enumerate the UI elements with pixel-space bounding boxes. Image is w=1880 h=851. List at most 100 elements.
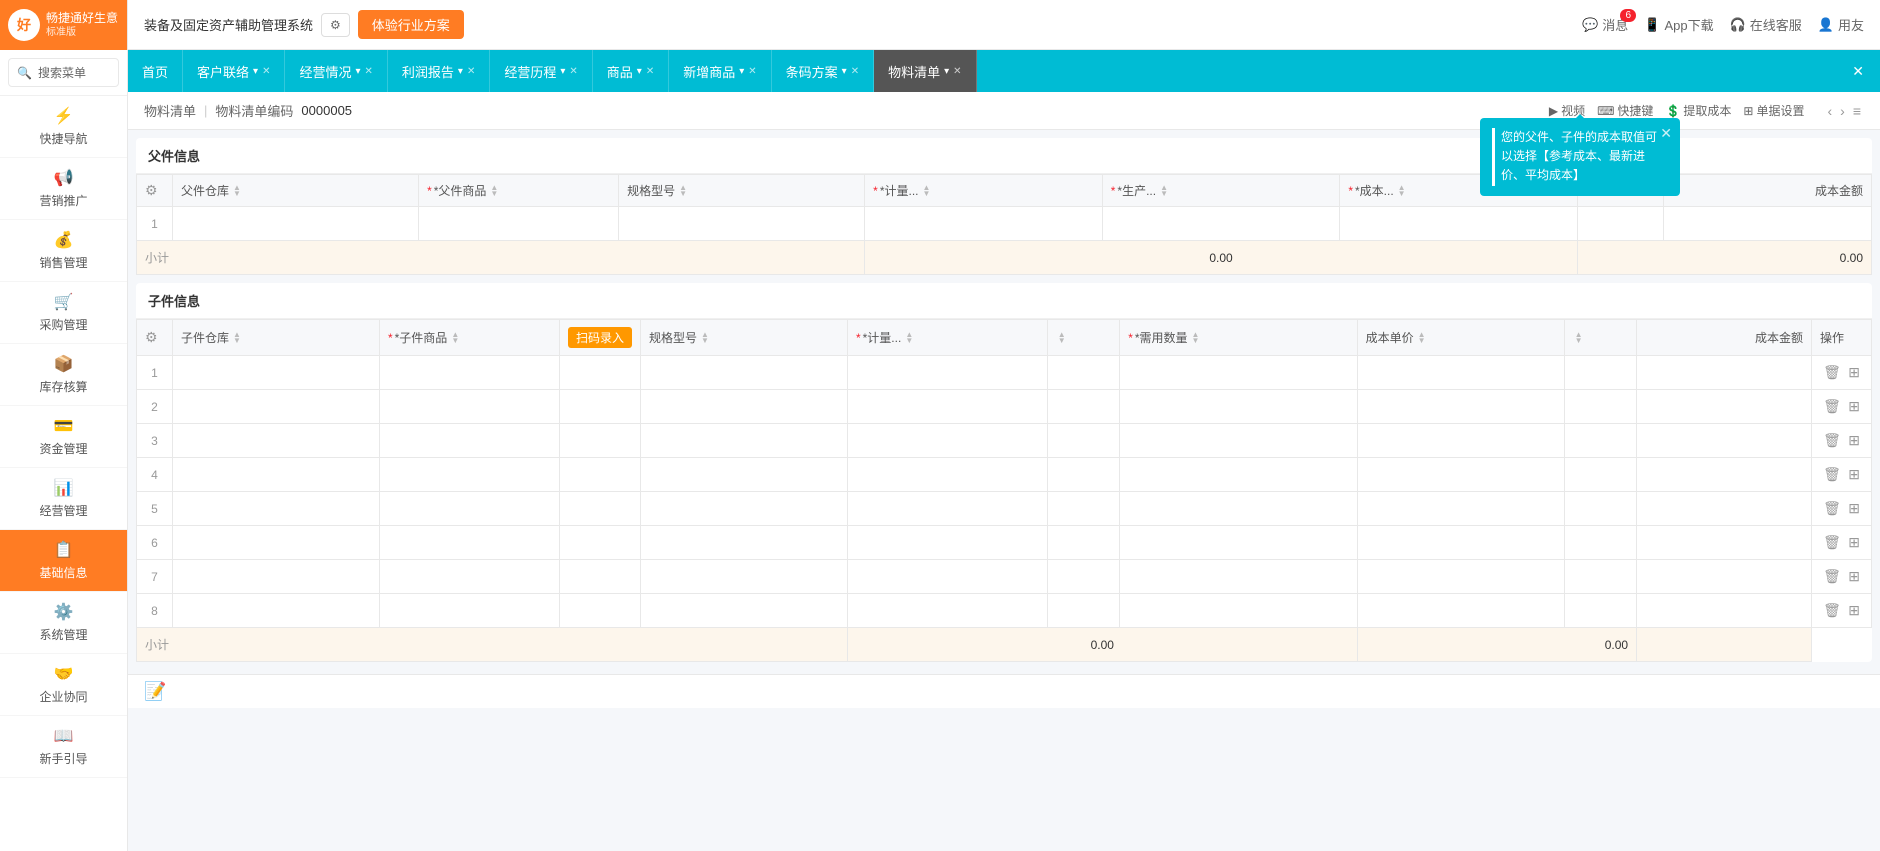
child-spec-cell[interactable] xyxy=(640,424,847,458)
settings-doc-action[interactable]: ⊞ 单据设置 xyxy=(1743,102,1804,119)
child-unit-cost-cell[interactable] xyxy=(1357,560,1564,594)
parent-product-cell[interactable] xyxy=(419,207,619,241)
child-req-qty-cell[interactable] xyxy=(1120,424,1357,458)
child-req-qty-cell[interactable] xyxy=(1120,492,1357,526)
delete-row-button[interactable]: 🗑 xyxy=(1821,396,1843,417)
child-spec-cell[interactable] xyxy=(640,458,847,492)
copy-row-button[interactable]: ⊞ xyxy=(1846,600,1862,621)
child-scan-cell[interactable] xyxy=(559,390,640,424)
tab-operations[interactable]: 经营情况 ▾ ✕ xyxy=(285,50,387,92)
child-extra-cell[interactable] xyxy=(1047,424,1119,458)
child-unit-cell[interactable] xyxy=(847,356,1047,390)
grid-view-icon[interactable]: ≡ xyxy=(1850,101,1864,121)
child-spec-cell[interactable] xyxy=(640,526,847,560)
tab-bom[interactable]: 物料清单 ▾ ✕ xyxy=(874,50,976,92)
sidebar-item-purchase[interactable]: 🛒 采购管理 xyxy=(0,282,127,344)
child-product-cell[interactable] xyxy=(379,594,559,628)
copy-row-button[interactable]: ⊞ xyxy=(1846,362,1862,383)
child-extra-cell[interactable] xyxy=(1047,492,1119,526)
child-warehouse-cell[interactable] xyxy=(173,424,380,458)
child-warehouse-cell[interactable] xyxy=(173,560,380,594)
parent-production-cell[interactable] xyxy=(1102,207,1340,241)
online-service-action[interactable]: 🎧 在线客服 xyxy=(1730,15,1802,34)
child-extra-cell[interactable] xyxy=(1047,390,1119,424)
child-extra-cell[interactable] xyxy=(1047,356,1119,390)
child-scan-cell[interactable] xyxy=(559,424,640,458)
child-extra2-cell[interactable] xyxy=(1564,560,1636,594)
child-req-qty-cell[interactable] xyxy=(1120,356,1357,390)
delete-row-button[interactable]: 🗑 xyxy=(1821,430,1843,451)
copy-row-button[interactable]: ⊞ xyxy=(1846,532,1862,553)
sidebar-item-collab[interactable]: 🤝 企业协同 xyxy=(0,654,127,716)
child-extra2-cell[interactable] xyxy=(1564,356,1636,390)
child-warehouse-cell[interactable] xyxy=(173,594,380,628)
child-settings-col-icon[interactable]: ⚙ xyxy=(145,329,158,345)
parent-unit-cell[interactable] xyxy=(865,207,1103,241)
parent-spec-cell[interactable] xyxy=(619,207,865,241)
child-warehouse-cell[interactable] xyxy=(173,526,380,560)
child-cost-amount-cell[interactable] xyxy=(1637,594,1812,628)
child-unit-cell[interactable] xyxy=(847,390,1047,424)
child-extra2-cell[interactable] xyxy=(1564,424,1636,458)
child-product-cell[interactable] xyxy=(379,458,559,492)
child-cost-amount-cell[interactable] xyxy=(1637,526,1812,560)
scan-button[interactable]: 扫码录入 xyxy=(568,327,632,348)
child-unit-cost-cell[interactable] xyxy=(1357,356,1564,390)
user-action[interactable]: 👤 用友 xyxy=(1818,15,1864,34)
tab-history[interactable]: 经营历程 ▾ ✕ xyxy=(490,50,592,92)
delete-row-button[interactable]: 🗑 xyxy=(1821,362,1843,383)
sidebar-item-basic-info[interactable]: 📋 基础信息 xyxy=(0,530,127,592)
delete-row-button[interactable]: 🗑 xyxy=(1821,600,1843,621)
parent-cost-cell[interactable] xyxy=(1340,207,1578,241)
child-scan-cell[interactable] xyxy=(559,526,640,560)
sidebar-item-operations[interactable]: 📊 经营管理 xyxy=(0,468,127,530)
parent-cost-amount-cell[interactable] xyxy=(1664,207,1872,241)
sidebar-item-sales[interactable]: 💰 销售管理 xyxy=(0,220,127,282)
parent-warehouse-cell[interactable] xyxy=(173,207,419,241)
child-cost-amount-cell[interactable] xyxy=(1637,390,1812,424)
tab-barcode[interactable]: 条码方案 ▾ ✕ xyxy=(772,50,874,92)
child-extra2-cell[interactable] xyxy=(1564,594,1636,628)
shortcut-action[interactable]: ⌨ 快捷键 xyxy=(1597,102,1653,119)
child-extra-cell[interactable] xyxy=(1047,526,1119,560)
delete-row-button[interactable]: 🗑 xyxy=(1821,566,1843,587)
tab-customer[interactable]: 客户联络 ▾ ✕ xyxy=(183,50,285,92)
child-product-cell[interactable] xyxy=(379,390,559,424)
close-tab-icon[interactable]: ✕ xyxy=(262,66,270,77)
copy-row-button[interactable]: ⊞ xyxy=(1846,464,1862,485)
child-product-cell[interactable] xyxy=(379,492,559,526)
child-unit-cost-cell[interactable] xyxy=(1357,458,1564,492)
child-spec-cell[interactable] xyxy=(640,492,847,526)
child-spec-cell[interactable] xyxy=(640,356,847,390)
child-extra2-cell[interactable] xyxy=(1564,390,1636,424)
child-unit-cell[interactable] xyxy=(847,458,1047,492)
close-tab-icon[interactable]: ✕ xyxy=(748,66,756,77)
tab-goods[interactable]: 商品 ▾ ✕ xyxy=(593,50,669,92)
child-req-qty-cell[interactable] xyxy=(1120,390,1357,424)
parent-extra-cell[interactable] xyxy=(1577,207,1663,241)
copy-row-button[interactable]: ⊞ xyxy=(1846,430,1862,451)
child-req-qty-cell[interactable] xyxy=(1120,526,1357,560)
prev-arrow[interactable]: ‹ xyxy=(1824,101,1835,121)
settings-button[interactable]: ⚙ xyxy=(321,13,350,37)
search-menu-button[interactable]: 🔍 搜索菜单 xyxy=(8,58,119,87)
child-scan-cell[interactable] xyxy=(559,356,640,390)
copy-row-button[interactable]: ⊞ xyxy=(1846,498,1862,519)
child-unit-cost-cell[interactable] xyxy=(1357,492,1564,526)
delete-row-button[interactable]: 🗑 xyxy=(1821,532,1843,553)
child-warehouse-cell[interactable] xyxy=(173,492,380,526)
tab-new-goods[interactable]: 新增商品 ▾ ✕ xyxy=(669,50,771,92)
sidebar-item-marketing[interactable]: 📢 营销推广 xyxy=(0,158,127,220)
sidebar-item-inventory[interactable]: 📦 库存核算 xyxy=(0,344,127,406)
child-unit-cost-cell[interactable] xyxy=(1357,594,1564,628)
child-cost-amount-cell[interactable] xyxy=(1637,560,1812,594)
trial-button[interactable]: 体验行业方案 xyxy=(358,10,464,39)
child-unit-cost-cell[interactable] xyxy=(1357,424,1564,458)
close-tab-icon[interactable]: ✕ xyxy=(365,66,373,77)
child-scan-cell[interactable] xyxy=(559,560,640,594)
child-warehouse-cell[interactable] xyxy=(173,390,380,424)
child-extra2-cell[interactable] xyxy=(1564,458,1636,492)
child-unit-cell[interactable] xyxy=(847,424,1047,458)
child-req-qty-cell[interactable] xyxy=(1120,594,1357,628)
cost-action[interactable]: 💲 提取成本 xyxy=(1665,102,1731,119)
